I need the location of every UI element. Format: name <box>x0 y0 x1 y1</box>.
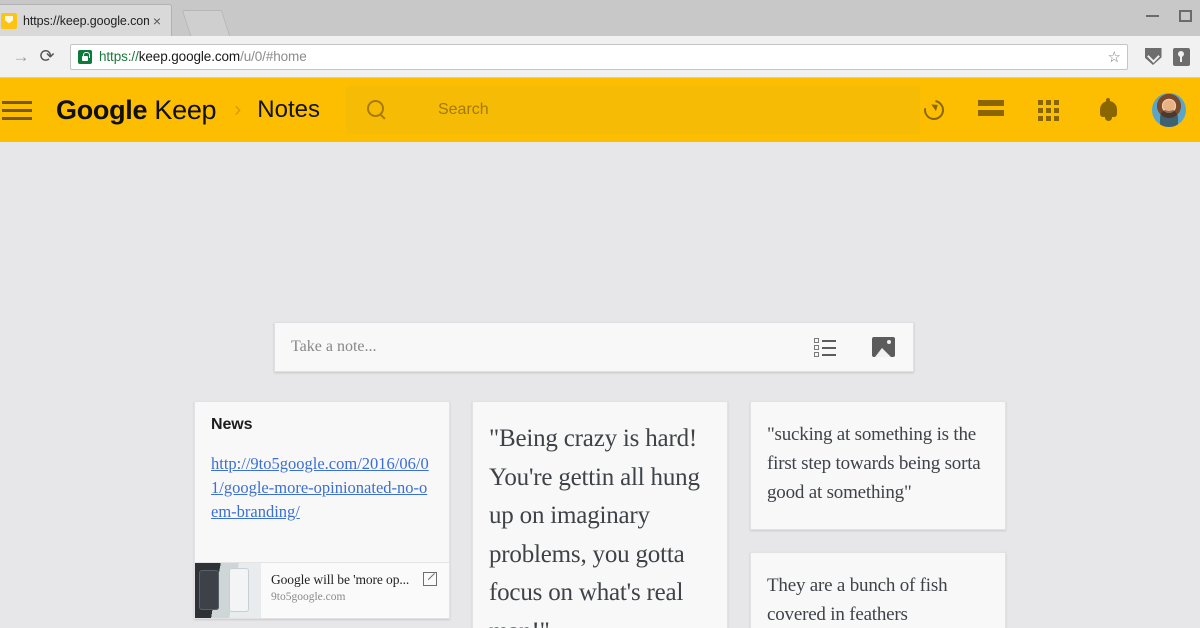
maximize-icon[interactable] <box>1179 10 1192 22</box>
window-controls <box>1146 10 1192 22</box>
browser-toolbar: → ⟳ https://keep.google.com/u/0/#home ☆ <box>0 36 1200 78</box>
search-icon <box>366 99 388 121</box>
note-card-quote-crazy[interactable]: "Being crazy is hard! You're gettin all … <box>472 401 728 628</box>
link-thumbnail-image <box>195 563 261 618</box>
search-input[interactable]: Search <box>345 86 920 134</box>
tab-title: https://keep.google.com <box>23 13 149 28</box>
notifications-bell-icon[interactable] <box>1094 96 1122 124</box>
link-metadata: Google will be 'more op... 9to5google.co… <box>261 563 423 618</box>
breadcrumb-separator-icon: › <box>234 98 242 121</box>
note-card-fish[interactable]: They are a bunch of fish covered in feat… <box>750 552 1006 628</box>
search-placeholder: Search <box>437 101 489 118</box>
keep-notes-area: Take a note... News http://9to5google.co… <box>0 142 1200 628</box>
refresh-icon[interactable] <box>920 96 948 124</box>
secure-lock-icon <box>78 49 92 64</box>
reload-icon[interactable]: ⟳ <box>34 44 60 70</box>
note-card-quote-sucking[interactable]: "sucking at something is the first step … <box>750 401 1006 530</box>
hamburger-menu-icon[interactable] <box>0 100 44 120</box>
browser-tab[interactable]: https://keep.google.com × <box>0 4 172 36</box>
take-a-note-bar[interactable]: Take a note... <box>274 322 914 372</box>
tab-strip: https://keep.google.com × <box>0 0 1200 36</box>
keep-app-header: Google Keep › Notes Search <box>0 78 1200 142</box>
forward-icon[interactable]: → <box>8 44 34 70</box>
note-link-attachment[interactable]: Google will be 'more op... 9to5google.co… <box>195 562 449 618</box>
note-body-text: "Being crazy is hard! You're gettin all … <box>489 425 700 628</box>
link-title: Google will be 'more op... <box>271 572 410 587</box>
notes-column-3: "sucking at something is the first step … <box>750 401 1006 628</box>
url-path: /u/0/#home <box>240 49 307 64</box>
note-title: News <box>211 416 253 433</box>
pocket-extension-icon[interactable] <box>1144 47 1162 67</box>
note-body-text: They are a bunch of fish covered in feat… <box>767 575 948 625</box>
brand-google: Google <box>56 94 148 125</box>
note-card-news[interactable]: News http://9to5google.com/2016/06/01/go… <box>194 401 450 619</box>
notes-column-1: News http://9to5google.com/2016/06/01/go… <box>194 401 450 628</box>
notes-columns: News http://9to5google.com/2016/06/01/go… <box>194 401 1006 628</box>
url-host: keep.google.com <box>138 49 241 64</box>
note-body-text: "sucking at something is the first step … <box>767 424 981 503</box>
header-actions <box>920 92 1186 128</box>
new-tab-button[interactable] <box>181 10 231 36</box>
user-avatar[interactable] <box>1152 93 1186 127</box>
breadcrumb-current: Notes <box>257 96 320 123</box>
new-image-note-icon[interactable] <box>869 332 899 362</box>
link-domain: 9to5google.com <box>271 591 346 603</box>
take-a-note-placeholder: Take a note... <box>291 338 377 355</box>
note-link[interactable]: http://9to5google.com/2016/06/01/google-… <box>211 452 433 524</box>
close-icon[interactable]: × <box>149 14 165 28</box>
address-bar[interactable]: https://keep.google.com/u/0/#home ☆ <box>70 43 1128 70</box>
browser-window: https://keep.google.com × → ⟳ https://ke… <box>0 0 1200 628</box>
notes-column-2: "Being crazy is hard! You're gettin all … <box>472 401 728 628</box>
open-in-new-icon[interactable] <box>423 563 449 618</box>
bookmark-star-icon[interactable]: ☆ <box>1102 48 1121 66</box>
lastpass-extension-icon[interactable] <box>1172 47 1190 67</box>
keep-logo[interactable]: Google Keep <box>56 94 217 125</box>
keep-favicon-icon <box>1 12 17 29</box>
url-scheme: https:// <box>99 49 139 64</box>
list-view-icon[interactable] <box>978 100 1006 128</box>
url-text: https://keep.google.com/u/0/#home <box>99 49 307 64</box>
new-list-icon[interactable] <box>811 332 841 362</box>
brand-keep: Keep <box>154 94 217 125</box>
minimize-icon[interactable] <box>1146 15 1159 17</box>
apps-grid-icon[interactable] <box>1036 96 1064 124</box>
